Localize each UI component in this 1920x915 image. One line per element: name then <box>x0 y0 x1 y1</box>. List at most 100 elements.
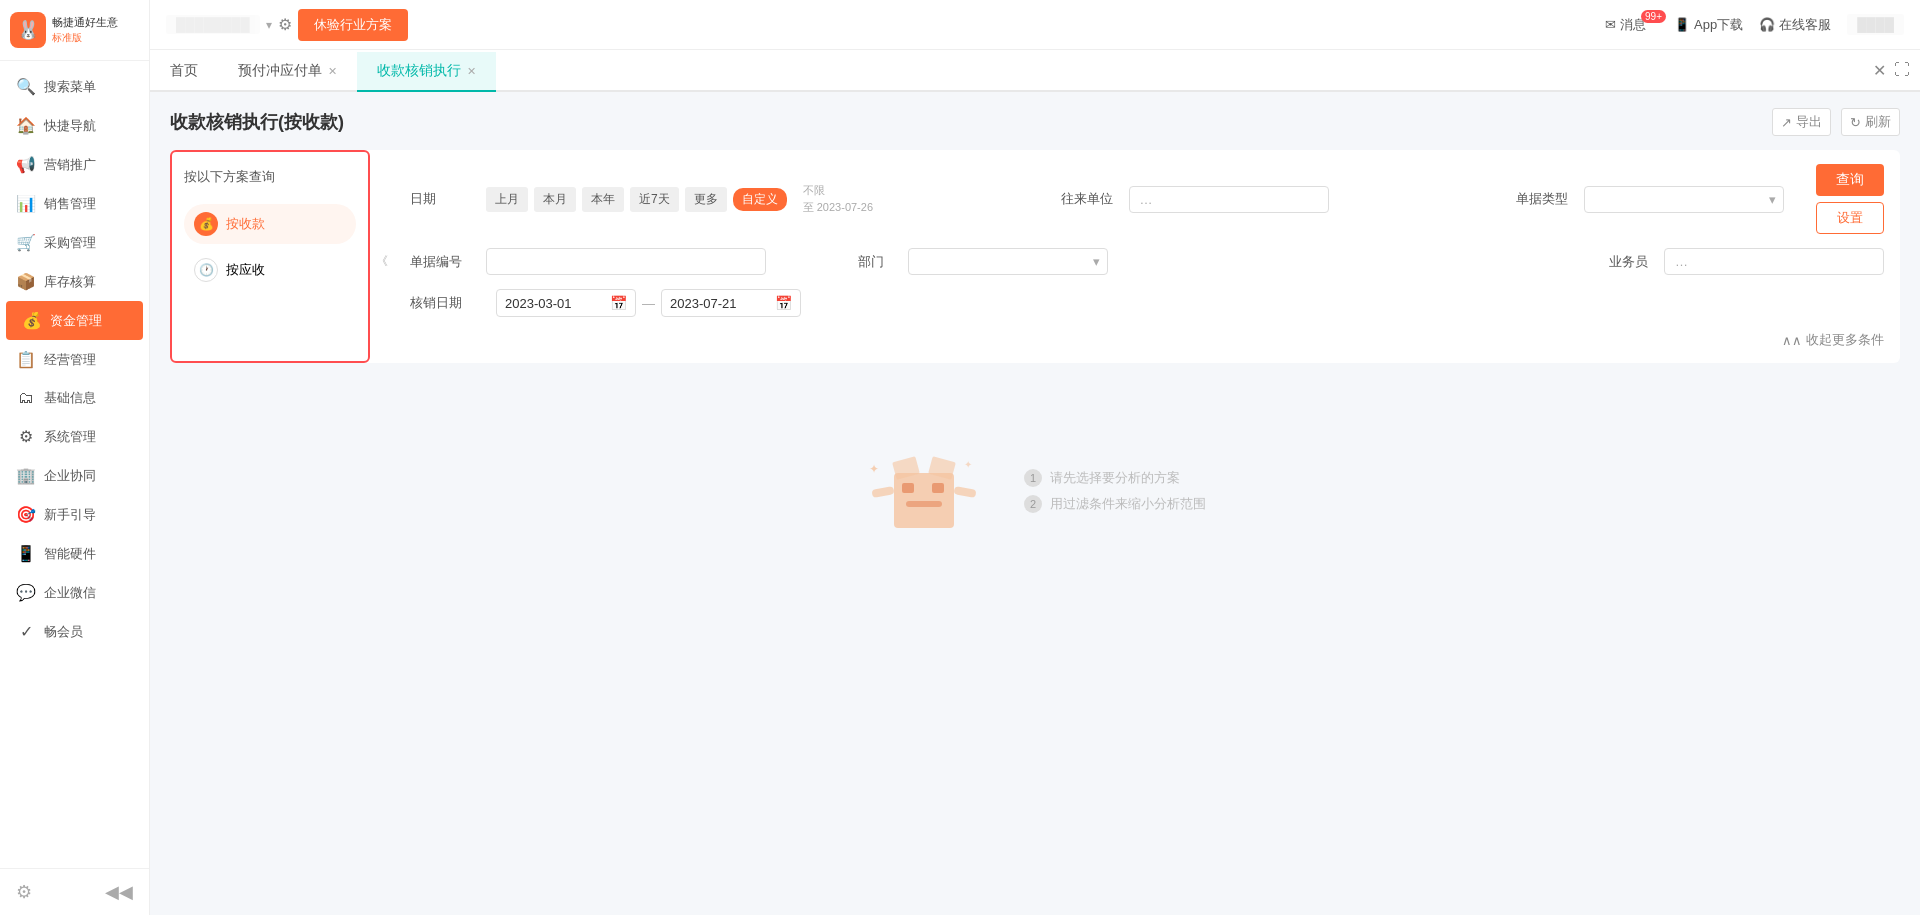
partner-dots[interactable]: … <box>1140 192 1153 207</box>
doc-type-select-wrap <box>1584 186 1784 213</box>
filter-option-by-receivable[interactable]: 🕐 按应收 <box>184 250 356 290</box>
step-1-number: 1 <box>1024 469 1042 487</box>
sidebar-footer: ⚙ ◀◀ <box>0 868 149 915</box>
filter-option-by-receipt[interactable]: 💰 按收款 <box>184 204 356 244</box>
sidebar-item-system[interactable]: ⚙ 系统管理 <box>0 417 149 456</box>
tab-prepay-close-icon[interactable]: ✕ <box>328 65 337 78</box>
sidebar-item-purchase[interactable]: 🛒 采购管理 <box>0 223 149 262</box>
sidebar-item-enterprise[interactable]: 🏢 企业协同 <box>0 456 149 495</box>
svg-rect-0 <box>894 473 954 528</box>
staff-dots[interactable]: … <box>1675 254 1688 269</box>
logo-icon: 🐰 <box>10 12 46 48</box>
app-download-button[interactable]: 📱 App下载 <box>1674 16 1743 34</box>
doc-num-input[interactable] <box>486 248 766 275</box>
partner-input[interactable]: … <box>1129 186 1329 213</box>
message-button[interactable]: ✉ 消息 99+ <box>1605 16 1658 34</box>
sidebar-item-hardware[interactable]: 📱 智能硬件 <box>0 534 149 573</box>
svg-rect-2 <box>932 483 944 493</box>
refresh-button[interactable]: ↻ 刷新 <box>1841 108 1900 136</box>
sidebar-item-basic[interactable]: 🗂 基础信息 <box>0 379 149 417</box>
header-right: ✉ 消息 99+ 📱 App下载 🎧 在线客服 ████ <box>1605 14 1904 35</box>
empty-step-1: 1 请先选择要分析的方案 <box>1024 469 1206 487</box>
calendar-from-icon[interactable]: 📅 <box>610 295 627 311</box>
staff-input[interactable]: … <box>1664 248 1884 275</box>
receipt-scheme-icon: 💰 <box>194 212 218 236</box>
filter-fields: 日期 上月 本月 本年 近7天 更多 自定义 不限 至 2023-07-26 <box>394 150 1900 363</box>
top-header: ████████ ▾ ⚙ 休验行业方案 ✉ 消息 99+ 📱 App下载 🎧 在… <box>150 0 1920 50</box>
settings-footer-icon[interactable]: ⚙ <box>16 881 32 903</box>
collapse-left-button[interactable]: 《 <box>370 150 394 363</box>
collapse-more-icon: ∧∧ <box>1782 333 1802 348</box>
tab-receipts-label: 收款核销执行 <box>377 62 461 80</box>
verify-date-group: 2023-03-01 📅 — 2023-07-21 📅 <box>496 289 801 317</box>
date-last-month-btn[interactable]: 上月 <box>486 187 528 212</box>
tab-maximize-icon[interactable]: ⛶ <box>1894 61 1910 79</box>
calendar-to-icon[interactable]: 📅 <box>775 295 792 311</box>
tab-prepay[interactable]: 预付冲应付单 ✕ <box>218 52 357 92</box>
sidebar-item-quick-nav[interactable]: 🏠 快捷导航 <box>0 106 149 145</box>
sidebar-item-member[interactable]: ✓ 畅会员 <box>0 612 149 651</box>
collapse-more-button[interactable]: ∧∧ 收起更多条件 <box>410 331 1884 349</box>
sidebar-item-capital[interactable]: 💰 资金管理 <box>6 301 143 340</box>
collapse-chevron-icon: 《 <box>376 253 388 270</box>
verify-date-to-value: 2023-07-21 <box>670 296 737 311</box>
tab-prepay-label: 预付冲应付单 <box>238 62 322 80</box>
query-button[interactable]: 查询 <box>1816 164 1884 196</box>
date-to-value: 至 2023-07-26 <box>803 200 873 215</box>
dept-label: 部门 <box>858 253 884 271</box>
chevron-down-icon: ▾ <box>266 18 272 32</box>
gear-icon[interactable]: ⚙ <box>278 15 292 34</box>
tab-home[interactable]: 首页 <box>150 52 218 92</box>
tab-close-window-icon[interactable]: ✕ <box>1873 61 1886 80</box>
sidebar-item-label: 智能硬件 <box>44 545 96 563</box>
sidebar-item-guide[interactable]: 🎯 新手引导 <box>0 495 149 534</box>
date-7days-btn[interactable]: 近7天 <box>630 187 679 212</box>
sidebar-item-label: 库存核算 <box>44 273 96 291</box>
verify-date-label: 核销日期 <box>410 294 480 312</box>
date-label: 日期 <box>410 190 470 208</box>
sidebar-item-marketing[interactable]: 📢 营销推广 <box>0 145 149 184</box>
sidebar-item-wechat[interactable]: 💬 企业微信 <box>0 573 149 612</box>
page-title: 收款核销执行(按收款) <box>170 110 344 134</box>
collapse-sidebar-icon[interactable]: ◀◀ <box>105 881 133 903</box>
collapse-more-label: 收起更多条件 <box>1806 331 1884 349</box>
guide-icon: 🎯 <box>16 505 36 524</box>
verify-date-to-input[interactable]: 2023-07-21 📅 <box>661 289 801 317</box>
main-area: ████████ ▾ ⚙ 休验行业方案 ✉ 消息 99+ 📱 App下载 🎧 在… <box>150 0 1920 915</box>
dept-select-wrap <box>908 248 1108 275</box>
export-button[interactable]: ↗ 导出 <box>1772 108 1831 136</box>
sidebar-item-inventory[interactable]: 📦 库存核算 <box>0 262 149 301</box>
tab-receipts-close-icon[interactable]: ✕ <box>467 65 476 78</box>
solution-button[interactable]: 休验行业方案 <box>298 9 408 41</box>
enterprise-icon: 🏢 <box>16 466 36 485</box>
empty-state: ✦ ✦ 1 请先选择要分析的方案 2 用过滤条件来缩小分析范围 <box>170 363 1900 606</box>
sidebar-item-sales[interactable]: 📊 销售管理 <box>0 184 149 223</box>
sidebar-item-label: 新手引导 <box>44 506 96 524</box>
doc-type-select[interactable] <box>1584 186 1784 213</box>
setting-button[interactable]: 设置 <box>1816 202 1884 234</box>
filter-scheme-panel: 按以下方案查询 💰 按收款 🕐 按应收 <box>170 150 370 363</box>
sidebar-item-label: 销售管理 <box>44 195 96 213</box>
filter-row-3: 核销日期 2023-03-01 📅 — 2023-07-21 📅 <box>410 289 1884 317</box>
svg-rect-1 <box>902 483 914 493</box>
verify-date-from-input[interactable]: 2023-03-01 📅 <box>496 289 636 317</box>
filter-option-receivable-label: 按应收 <box>226 261 265 279</box>
dept-select[interactable] <box>908 248 1108 275</box>
sidebar-menu: 🔍 搜索菜单 🏠 快捷导航 📢 营销推广 📊 销售管理 🛒 采购管理 📦 库存核… <box>0 61 149 868</box>
date-this-month-btn[interactable]: 本月 <box>534 187 576 212</box>
tab-receipts[interactable]: 收款核销执行 ✕ <box>357 52 496 92</box>
service-button[interactable]: 🎧 在线客服 <box>1759 16 1831 34</box>
export-icon: ↗ <box>1781 115 1792 130</box>
sidebar-item-search[interactable]: 🔍 搜索菜单 <box>0 67 149 106</box>
date-more-btn[interactable]: 更多 <box>685 187 727 212</box>
empty-text: 1 请先选择要分析的方案 2 用过滤条件来缩小分析范围 <box>1024 469 1206 521</box>
sidebar-item-operation[interactable]: 📋 经营管理 <box>0 340 149 379</box>
sidebar-item-label: 快捷导航 <box>44 117 96 135</box>
sidebar-item-label: 企业微信 <box>44 584 96 602</box>
date-custom-badge[interactable]: 自定义 <box>733 188 787 211</box>
search-icon: 🔍 <box>16 77 36 96</box>
hardware-icon: 📱 <box>16 544 36 563</box>
svg-text:✦: ✦ <box>964 459 972 470</box>
message-icon: ✉ <box>1605 17 1616 32</box>
date-this-year-btn[interactable]: 本年 <box>582 187 624 212</box>
